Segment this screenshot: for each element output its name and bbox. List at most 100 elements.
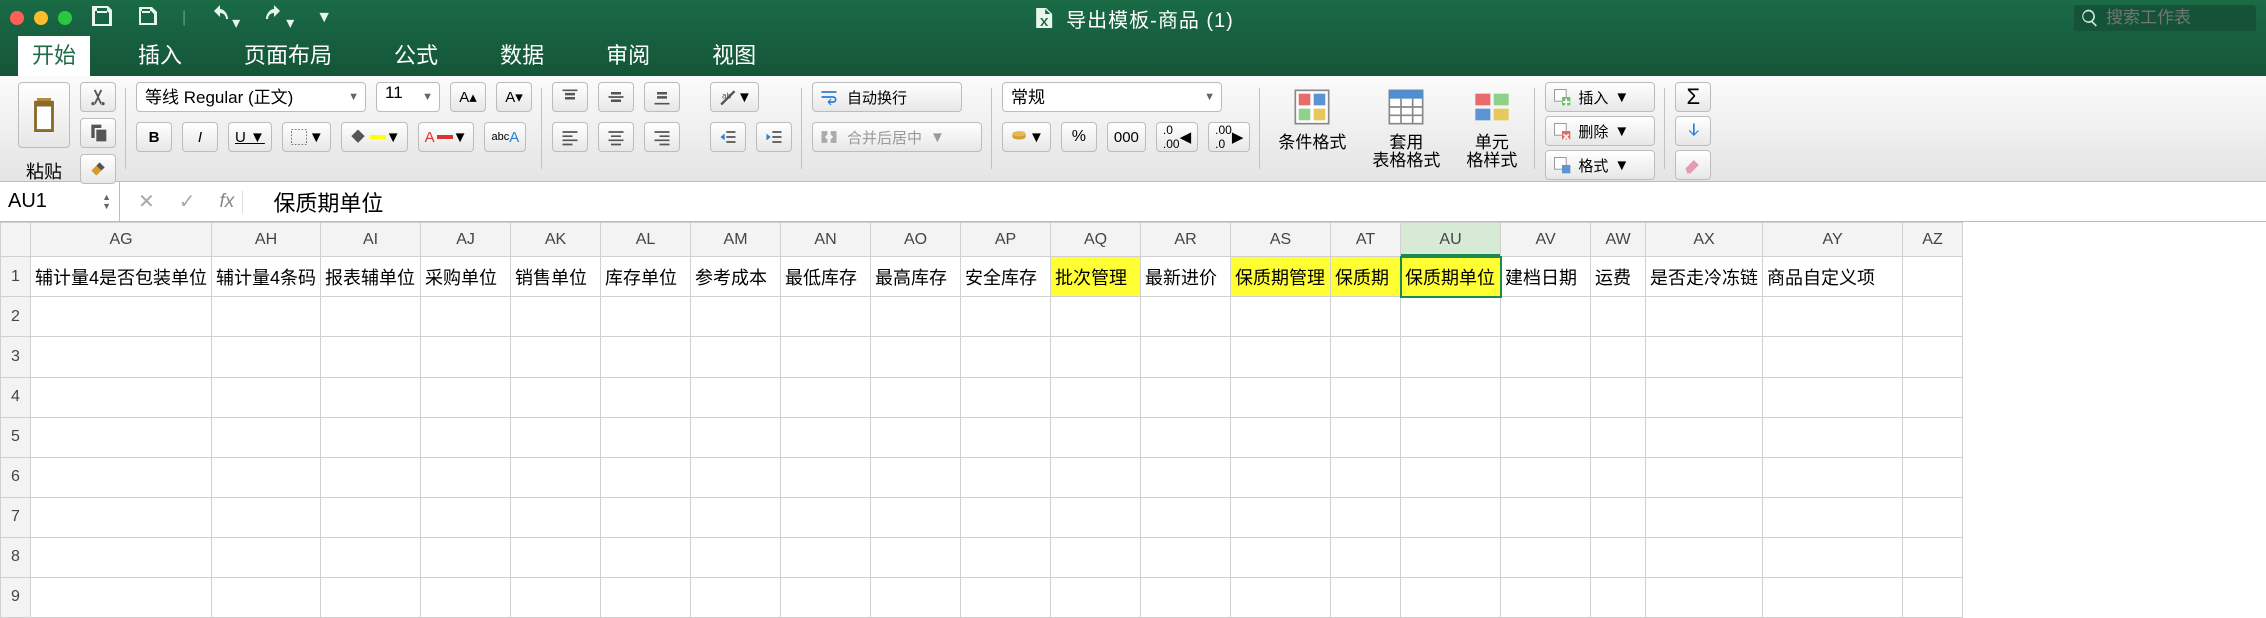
minimize-window-button[interactable] <box>34 11 48 25</box>
fill-color-button[interactable]: ▼ <box>341 122 408 152</box>
cell[interactable] <box>321 577 421 617</box>
cell[interactable] <box>601 297 691 337</box>
cell[interactable] <box>1231 577 1331 617</box>
cell[interactable] <box>601 377 691 417</box>
cell[interactable] <box>871 577 961 617</box>
cell[interactable] <box>1591 417 1646 457</box>
cell[interactable] <box>871 457 961 497</box>
cell[interactable] <box>31 337 212 377</box>
cell[interactable] <box>1501 337 1591 377</box>
underline-button[interactable]: U ▼ <box>228 122 272 152</box>
cell[interactable] <box>1646 497 1763 537</box>
cell[interactable] <box>1331 457 1401 497</box>
percent-button[interactable]: % <box>1061 122 1097 152</box>
cell[interactable] <box>511 537 601 577</box>
row-header[interactable]: 7 <box>1 497 31 537</box>
cell[interactable] <box>1231 297 1331 337</box>
clear-button[interactable] <box>1675 150 1711 180</box>
cell[interactable] <box>1331 537 1401 577</box>
cell[interactable] <box>691 577 781 617</box>
column-header[interactable]: AJ <box>421 223 511 257</box>
format-painter-button[interactable] <box>80 154 116 184</box>
cell[interactable] <box>1903 497 1963 537</box>
cell[interactable] <box>1141 297 1231 337</box>
column-header[interactable]: AH <box>212 223 321 257</box>
cell[interactable] <box>961 417 1051 457</box>
bold-button[interactable]: B <box>136 122 172 152</box>
cell[interactable]: 保质期管理 <box>1231 257 1331 297</box>
column-header[interactable]: AK <box>511 223 601 257</box>
cell[interactable] <box>1401 417 1501 457</box>
cell[interactable] <box>871 537 961 577</box>
cell[interactable] <box>691 417 781 457</box>
cell[interactable]: 是否走冷冻链 <box>1646 257 1763 297</box>
cell[interactable] <box>1231 337 1331 377</box>
cell[interactable] <box>321 377 421 417</box>
cell[interactable]: 参考成本 <box>691 257 781 297</box>
cell[interactable] <box>601 537 691 577</box>
align-left-button[interactable] <box>552 122 588 152</box>
merge-center-button[interactable]: 合并后居中▼ <box>812 122 982 152</box>
cell[interactable]: 销售单位 <box>511 257 601 297</box>
cell[interactable] <box>1903 257 1963 297</box>
copy-button[interactable] <box>80 118 116 148</box>
cell[interactable] <box>1331 577 1401 617</box>
cell[interactable] <box>1501 297 1591 337</box>
cell[interactable] <box>871 297 961 337</box>
orientation-button[interactable]: ab▼ <box>710 82 759 112</box>
redo-icon[interactable]: ▾ <box>262 4 294 33</box>
insert-cells-button[interactable]: 插入▼ <box>1545 82 1655 112</box>
cell[interactable]: 最高库存 <box>871 257 961 297</box>
column-header[interactable]: AL <box>601 223 691 257</box>
cell[interactable] <box>871 417 961 457</box>
cell[interactable] <box>511 457 601 497</box>
cell[interactable] <box>691 457 781 497</box>
row-header[interactable]: 4 <box>1 377 31 417</box>
cell[interactable] <box>1051 297 1141 337</box>
cell[interactable] <box>1646 537 1763 577</box>
cell[interactable] <box>421 377 511 417</box>
cell[interactable] <box>691 377 781 417</box>
phonetic-button[interactable]: abcA <box>484 122 526 152</box>
cell[interactable] <box>1763 417 1903 457</box>
cut-button[interactable] <box>80 82 116 112</box>
cell[interactable] <box>1591 457 1646 497</box>
cell[interactable] <box>1763 537 1903 577</box>
search-sheet-box[interactable] <box>2074 5 2256 31</box>
row-header[interactable]: 2 <box>1 297 31 337</box>
cell[interactable] <box>1903 417 1963 457</box>
cell-styles-button[interactable]: 单元 格样式 <box>1458 82 1525 172</box>
row-header[interactable]: 9 <box>1 577 31 617</box>
comma-button[interactable]: 000 <box>1107 122 1146 152</box>
align-top-button[interactable] <box>552 82 588 112</box>
row-header[interactable]: 5 <box>1 417 31 457</box>
formula-input[interactable] <box>261 189 2266 215</box>
cell[interactable] <box>781 417 871 457</box>
autosave-icon[interactable] <box>90 4 114 33</box>
cell[interactable] <box>1591 377 1646 417</box>
format-as-table-button[interactable]: 套用 表格格式 <box>1364 82 1448 172</box>
fill-button[interactable] <box>1675 116 1711 146</box>
cell[interactable] <box>1401 497 1501 537</box>
qat-customize-icon[interactable]: ▼ <box>316 9 332 27</box>
align-middle-button[interactable] <box>598 82 634 112</box>
cell[interactable] <box>1646 577 1763 617</box>
cell[interactable]: 建档日期 <box>1501 257 1591 297</box>
undo-icon[interactable]: ▾ <box>208 4 240 33</box>
column-header[interactable]: AP <box>961 223 1051 257</box>
cell[interactable] <box>781 297 871 337</box>
column-header[interactable]: AI <box>321 223 421 257</box>
column-header[interactable]: AQ <box>1051 223 1141 257</box>
cell[interactable]: 保质期 <box>1331 257 1401 297</box>
cell[interactable] <box>212 537 321 577</box>
cell[interactable] <box>961 377 1051 417</box>
cell[interactable] <box>421 537 511 577</box>
cell[interactable] <box>511 577 601 617</box>
decrease-font-button[interactable]: A▾ <box>496 82 532 112</box>
cell[interactable] <box>1051 537 1141 577</box>
cell[interactable] <box>1903 537 1963 577</box>
cell[interactable] <box>961 537 1051 577</box>
column-header[interactable]: AS <box>1231 223 1331 257</box>
cancel-formula-button[interactable]: ✕ <box>138 189 155 214</box>
cell[interactable] <box>31 417 212 457</box>
